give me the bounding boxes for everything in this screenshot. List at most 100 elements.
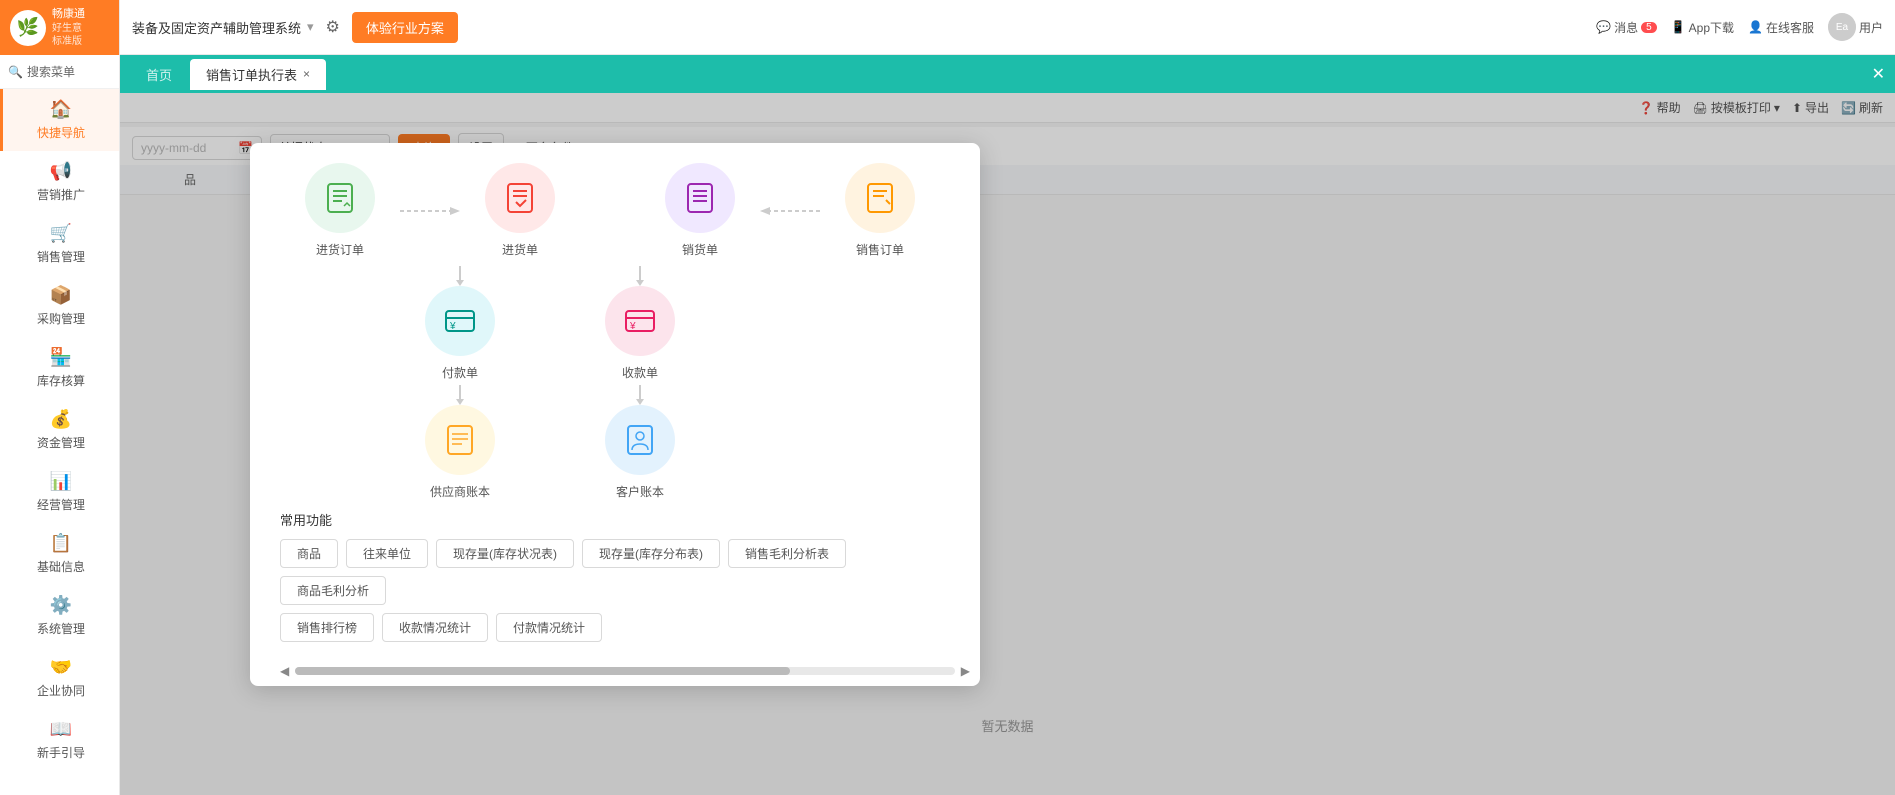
arrow-so-sb [760,203,820,219]
search-icon: 🔍 [8,65,23,79]
purchase-order-label: 进货订单 [316,241,364,258]
logo-sub1: 好生意 [52,22,85,35]
avatar: Ea [1828,13,1856,41]
common-functions: 常用功能 商品 往来单位 现存量(库存状况表) 现存量(库存分布表) 销售毛利分… [280,510,950,642]
tab-home[interactable]: 首页 [130,59,188,90]
common-btn-stock-status[interactable]: 现存量(库存状况表) [436,539,574,568]
system-icon: ⚙️ [50,595,72,616]
common-btn-sales-rank[interactable]: 销售排行榜 [280,613,374,642]
svg-text:¥: ¥ [449,321,456,332]
quick-nav-icon: 🏠 [50,99,72,120]
common-title: 常用功能 [280,510,950,529]
customer-ledger-node: 客户账本 [580,405,700,500]
online-service-btn[interactable]: 👤 在线客服 [1748,19,1814,36]
sidebar-item-base-info[interactable]: 📋 基础信息 [0,523,119,585]
tab-current-label: 销售订单执行表 [206,65,297,84]
payment-bill-label: 付款单 [442,364,478,381]
sidebar-item-inventory[interactable]: 🏪 库存核算 [0,337,119,399]
sidebar-item-label: 采购管理 [37,310,85,327]
tab-home-label: 首页 [146,65,172,84]
online-service-label: 在线客服 [1766,19,1814,36]
sidebar-item-quick-nav[interactable]: 🏠 快捷导航 [0,89,119,151]
common-btns-row1: 商品 往来单位 现存量(库存状况表) 现存量(库存分布表) 销售毛利分析表 商品… [280,539,950,605]
message-icon: 💬 [1596,20,1611,34]
inventory-icon: 🏪 [50,347,72,368]
logo-text: 畅康通 好生意 标准版 [52,7,85,47]
sidebar-item-label: 系统管理 [37,620,85,637]
scroll-left-icon[interactable]: ◀ [280,664,289,678]
purchase-icon: 📦 [50,285,72,306]
common-btn-sales-margin[interactable]: 销售毛利分析表 [728,539,846,568]
sidebar-item-newbie[interactable]: 📖 新手引导 [0,709,119,771]
common-btn-goods[interactable]: 商品 [280,539,338,568]
operation-icon: 📊 [50,471,72,492]
scrollbar-track[interactable] [295,667,955,675]
marketing-icon: 📢 [50,161,72,182]
receipt-bill-circle: ¥ [605,286,675,356]
main-area: 装备及固定资产辅助管理系统 ▾ ⚙ 体验行业方案 💬 消息 5 📱 App下载 … [120,0,1895,795]
tab-close-icon[interactable]: × [303,67,310,81]
system-title-group: 装备及固定资产辅助管理系统 ▾ [132,18,314,37]
arrow-sb-down [632,266,648,286]
payment-bill-node: ¥ 付款单 [400,286,520,381]
svg-text:¥: ¥ [629,321,636,332]
common-btn-goods-margin[interactable]: 商品毛利分析 [280,576,386,605]
logo-name: 畅康通 [52,7,85,21]
sidebar-item-sales[interactable]: 🛒 销售管理 [0,213,119,275]
receipt-bill-label: 收款单 [622,364,658,381]
trial-btn[interactable]: 体验行业方案 [352,12,458,43]
app-download-btn[interactable]: 📱 App下载 [1671,19,1734,36]
sidebar-item-system[interactable]: ⚙️ 系统管理 [0,585,119,647]
sales-order-circle [845,163,915,233]
dropdown-arrow-icon[interactable]: ▾ [307,19,314,35]
purchase-bill-node: 进货单 [460,163,580,258]
sidebar-item-purchase[interactable]: 📦 采购管理 [0,275,119,337]
sidebar-item-marketing[interactable]: 📢 营销推广 [0,151,119,213]
tab-sales-order[interactable]: 销售订单执行表 × [190,59,326,90]
gear-icon[interactable]: ⚙ [326,17,340,37]
window-close-icon[interactable]: ✕ [1872,64,1885,84]
flow-diagram: 进货订单 进货单 [280,163,950,500]
sidebar-logo: 🌿 畅康通 好生意 标准版 [0,0,119,55]
sidebar-item-label: 库存核算 [37,372,85,389]
sidebar-item-cooperation[interactable]: 🤝 企业协同 [0,647,119,709]
arrow-pb-down [452,266,468,286]
logo-symbol: 🌿 [17,17,39,38]
search-menu[interactable]: 🔍 搜索菜单 [0,55,119,89]
sidebar: 🌿 畅康通 好生意 标准版 🔍 搜索菜单 🏠 快捷导航 📢 营销推广 🛒 [0,0,120,795]
common-btn-stock-dist[interactable]: 现存量(库存分布表) [582,539,720,568]
system-title: 装备及固定资产辅助管理系统 [132,18,301,37]
sidebar-item-label: 资金管理 [37,434,85,451]
sales-order-label: 销售订单 [856,241,904,258]
message-badge: 5 [1641,22,1657,33]
finance-icon: 💰 [50,409,72,430]
message-btn[interactable]: 💬 消息 5 [1596,19,1657,36]
purchase-order-node: 进货订单 [280,163,400,258]
search-label: 搜索菜单 [27,63,75,80]
common-btn-payment-stat[interactable]: 付款情况统计 [496,613,602,642]
common-btn-contacts[interactable]: 往来单位 [346,539,428,568]
tab-bar: 首页 销售订单执行表 × ✕ [120,55,1895,93]
arrow-pay-down [452,385,468,405]
flow-row-2: ¥ 付款单 [280,266,950,500]
scrollbar-thumb[interactable] [295,667,790,675]
logo-sub2: 标准版 [52,35,85,48]
common-btn-receipt-stat[interactable]: 收款情况统计 [382,613,488,642]
flow-row-1: 进货订单 进货单 [280,163,950,258]
arrow-po-pb [400,203,460,219]
newbie-icon: 📖 [50,719,72,740]
purchase-bill-circle [485,163,555,233]
pb-arrow-down-col: ¥ 付款单 [400,266,520,500]
purchase-order-circle [305,163,375,233]
download-icon: 📱 [1671,20,1686,34]
sidebar-item-operation[interactable]: 📊 经营管理 [0,461,119,523]
cooperation-icon: 🤝 [50,657,72,678]
sidebar-item-finance[interactable]: 💰 资金管理 [0,399,119,461]
user-btn[interactable]: Ea 用户 [1828,13,1883,41]
scroll-right-icon[interactable]: ▶ [961,664,970,678]
purchase-bill-label: 进货单 [502,241,538,258]
logo-icon: 🌿 [10,10,46,46]
sales-icon: 🛒 [50,223,72,244]
sidebar-item-label: 销售管理 [37,248,85,265]
app-download-label: App下载 [1689,19,1734,36]
